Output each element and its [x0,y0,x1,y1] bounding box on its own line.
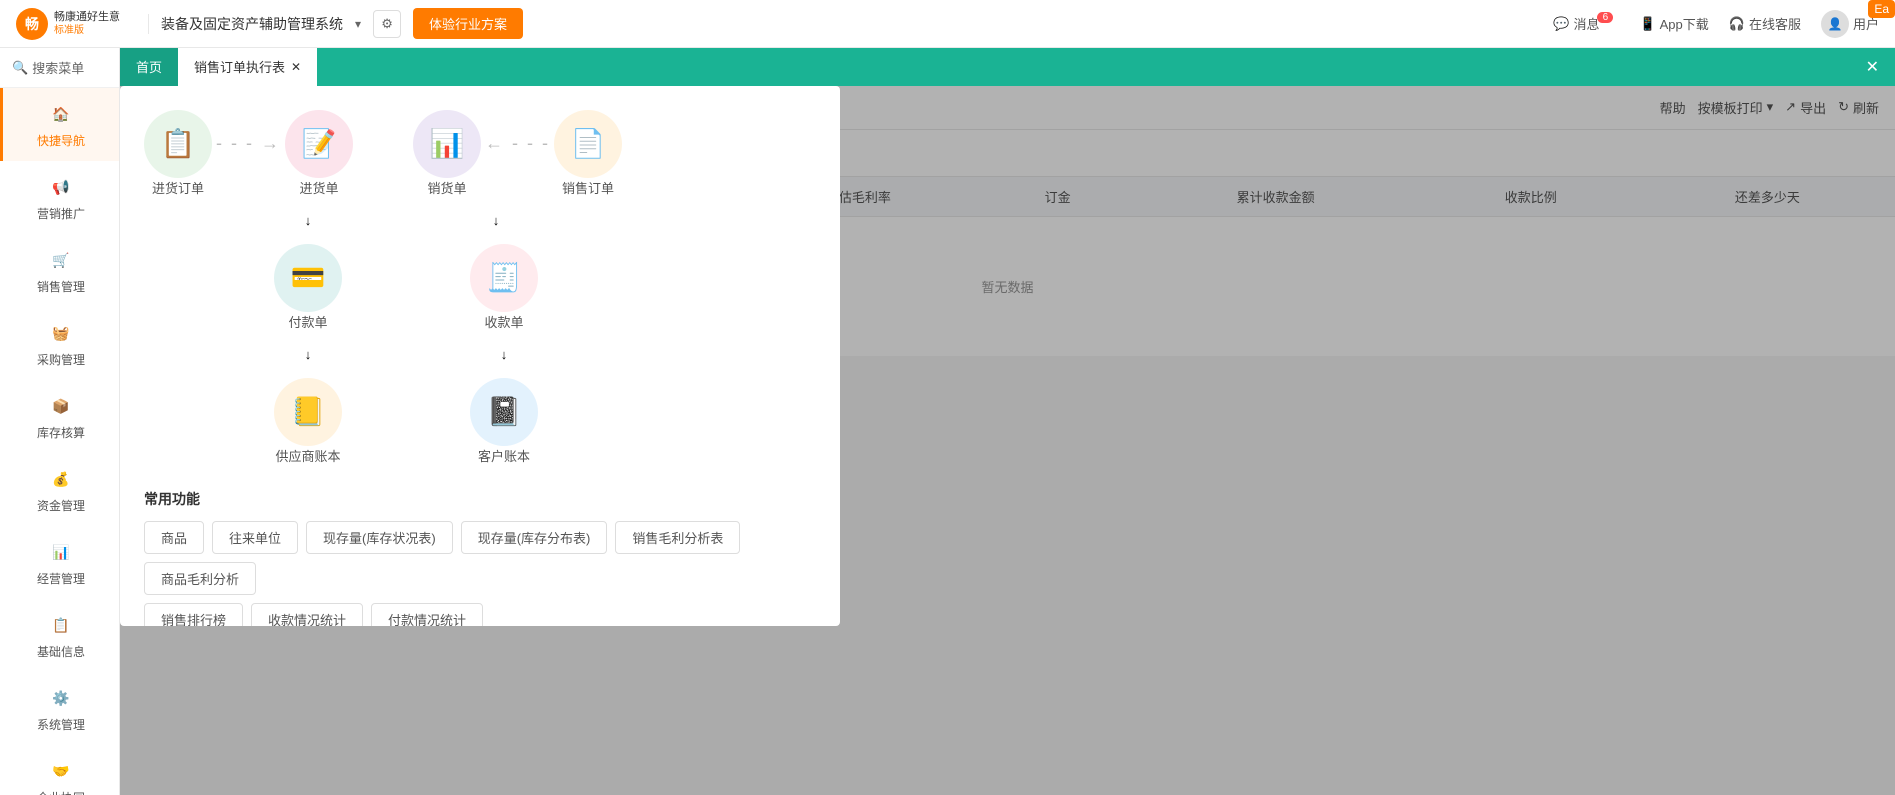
marketing-icon: 📢 [47,173,75,201]
search-menu[interactable]: 🔍 搜索菜单 [0,48,119,88]
sidebar-item-operation[interactable]: 📊 经营管理 [0,526,119,599]
func-btn-product-margin[interactable]: 商品毛利分析 [144,562,256,595]
header-right: 💬 消息 6 📱 App下载 🎧 在线客服 👤 用户 Ea [1553,10,1879,38]
func-btn-product[interactable]: 商品 [144,521,204,554]
flow-col-purchase-bill: 📝 进货单 [285,110,353,197]
purchase-bill-label: 进货单 [299,178,338,197]
system-dropdown-btn[interactable]: ▾ [355,17,361,31]
sidebar-item-basic[interactable]: 📋 基础信息 [0,599,119,672]
tab-home[interactable]: 首页 [120,48,178,86]
tab-bar: 首页 销售订单执行表 ✕ ✕ [120,48,1895,86]
func-btn-sales-margin[interactable]: 销售毛利分析表 [615,521,740,554]
avatar: 👤 [1821,10,1849,38]
sidebar-item-marketing[interactable]: 📢 营销推广 [0,161,119,234]
flow-col-customer: 📓 客户账本 [470,378,538,465]
arrow-rec-down: ↓ [470,347,538,362]
sales-order-label: 销售订单 [562,178,614,197]
modal-box: 📋 进货订单 - - - → 📝 进货单 [120,86,840,626]
func-buttons-row1: 商品 往来单位 现存量(库存状况表) 现存量(库存分布表) 销售毛利分析表 商品… [144,521,816,595]
enterprise-icon: 🤝 [47,757,75,785]
finance-icon: 💰 [47,465,75,493]
flow-col-sales-order: 📄 销售订单 [554,110,622,197]
content-area: 首页 销售订单执行表 ✕ ✕ 帮助 按模板打印 ▾ ↗ 导出 [120,48,1895,795]
logo-area: 畅 畅康通好生意 标准版 [16,8,136,40]
flow-col-receipt: 🧾 收款单 [470,244,538,331]
flow-row-1: 📋 进货订单 - - - → 📝 进货单 [144,110,816,197]
arrow-pb-down: ↓ [274,213,342,228]
flow-row-2: 💳 付款单 🧾 收款单 [144,244,816,331]
flow-row-arrows2: ↓ ↓ [144,347,816,362]
tab-bar-close-btn[interactable]: ✕ [1850,57,1895,77]
sidebar-item-sales[interactable]: 🛒 销售管理 [0,234,119,307]
func-buttons-row2: 销售排行榜 收款情况统计 付款情况统计 [144,603,816,626]
flow-col-sales-bill: 📊 销货单 [413,110,481,197]
purchase-order-circle[interactable]: 📋 [144,110,212,178]
sales-bill-label: 销货单 [427,178,466,197]
func-btn-sales-rank[interactable]: 销售排行榜 [144,603,243,626]
service-icon: 🎧 [1729,16,1745,32]
main-layout: 🔍 搜索菜单 🏠 快捷导航 📢 营销推广 🛒 销售管理 🧺 采购管理 📦 库存核… [0,48,1895,795]
sidebar-item-enterprise[interactable]: 🤝 企业协同 [0,745,119,795]
flow-row-arrows: ↓ ↓ [144,213,816,228]
system-title: 装备及固定资产辅助管理系统 [161,14,343,34]
func-btn-partner[interactable]: 往来单位 [212,521,298,554]
flow-col-purchase-order: 📋 进货订单 [144,110,212,197]
message-icon: 💬 [1553,16,1569,32]
modal-overlay: 📋 进货订单 - - - → 📝 进货单 [120,86,1895,795]
tab-close-icon[interactable]: ✕ [291,60,301,74]
arrow-pay-down: ↓ [274,347,342,362]
app-download-action[interactable]: 📱 App下载 [1639,14,1708,33]
sales-bill-circle[interactable]: 📊 [413,110,481,178]
system-icon: ⚙️ [47,684,75,712]
message-action[interactable]: 💬 消息 6 [1553,14,1619,33]
supplier-label: 供应商账本 [275,446,340,465]
purchase-order-label: 进货订单 [152,178,204,197]
quick-nav-icon: 🏠 [47,100,75,128]
sales-order-circle[interactable]: 📄 [554,110,622,178]
sidebar-item-system[interactable]: ⚙️ 系统管理 [0,672,119,745]
common-functions-title: 常用功能 [144,489,816,509]
app-icon: 📱 [1639,16,1655,32]
sidebar-item-finance[interactable]: 💰 资金管理 [0,453,119,526]
purchase-icon: 🧺 [47,319,75,347]
basic-icon: 📋 [47,611,75,639]
func-btn-receipt-stats[interactable]: 收款情况统计 [251,603,363,626]
customer-circle[interactable]: 📓 [470,378,538,446]
func-btn-payment-stats[interactable]: 付款情况统计 [371,603,483,626]
flow-diagram: 📋 进货订单 - - - → 📝 进货单 [144,110,816,481]
experience-btn[interactable]: 体验行业方案 [413,8,523,39]
payment-circle[interactable]: 💳 [274,244,342,312]
online-service-action[interactable]: 🎧 在线客服 [1729,14,1801,33]
ea-badge: Ea [1868,0,1895,18]
receipt-label: 收款单 [484,312,523,331]
supplier-circle[interactable]: 📒 [274,378,342,446]
logo-text: 畅康通好生意 标准版 [54,10,120,37]
message-badge: 6 [1597,12,1613,23]
sidebar-item-quick-nav[interactable]: 🏠 快捷导航 [0,88,119,161]
sales-icon: 🛒 [47,246,75,274]
sidebar-item-inventory[interactable]: 📦 库存核算 [0,380,119,453]
flow-col-supplier: 📒 供应商账本 [274,378,342,465]
operation-icon: 📊 [47,538,75,566]
customer-label: 客户账本 [478,446,530,465]
flow-row-3: 📒 供应商账本 📓 客户账本 [144,378,816,465]
tab-sales-order[interactable]: 销售订单执行表 ✕ [178,48,317,86]
sidebar: 🔍 搜索菜单 🏠 快捷导航 📢 营销推广 🛒 销售管理 🧺 采购管理 📦 库存核… [0,48,120,795]
func-btn-stock-dist[interactable]: 现存量(库存分布表) [461,521,608,554]
logo-icon: 畅 [16,8,48,40]
func-btn-stock-status[interactable]: 现存量(库存状况表) [306,521,453,554]
flow-col-payment: 💳 付款单 [274,244,342,331]
inventory-icon: 📦 [47,392,75,420]
sidebar-item-purchase[interactable]: 🧺 采购管理 [0,307,119,380]
payment-label: 付款单 [288,312,327,331]
receipt-circle[interactable]: 🧾 [470,244,538,312]
purchase-bill-circle[interactable]: 📝 [285,110,353,178]
settings-icon-btn[interactable]: ⚙ [373,10,401,38]
arrow-sb-so: ← - - - [481,133,554,154]
top-header: 畅 畅康通好生意 标准版 装备及固定资产辅助管理系统 ▾ ⚙ 体验行业方案 💬 … [0,0,1895,48]
search-icon: 🔍 [12,60,28,76]
arrow-po-pb: - - - → [212,133,285,154]
page-inner: 帮助 按模板打印 ▾ ↗ 导出 ↻ 刷新 📅 [120,86,1895,795]
arrow-sb-down: ↓ [462,213,530,228]
